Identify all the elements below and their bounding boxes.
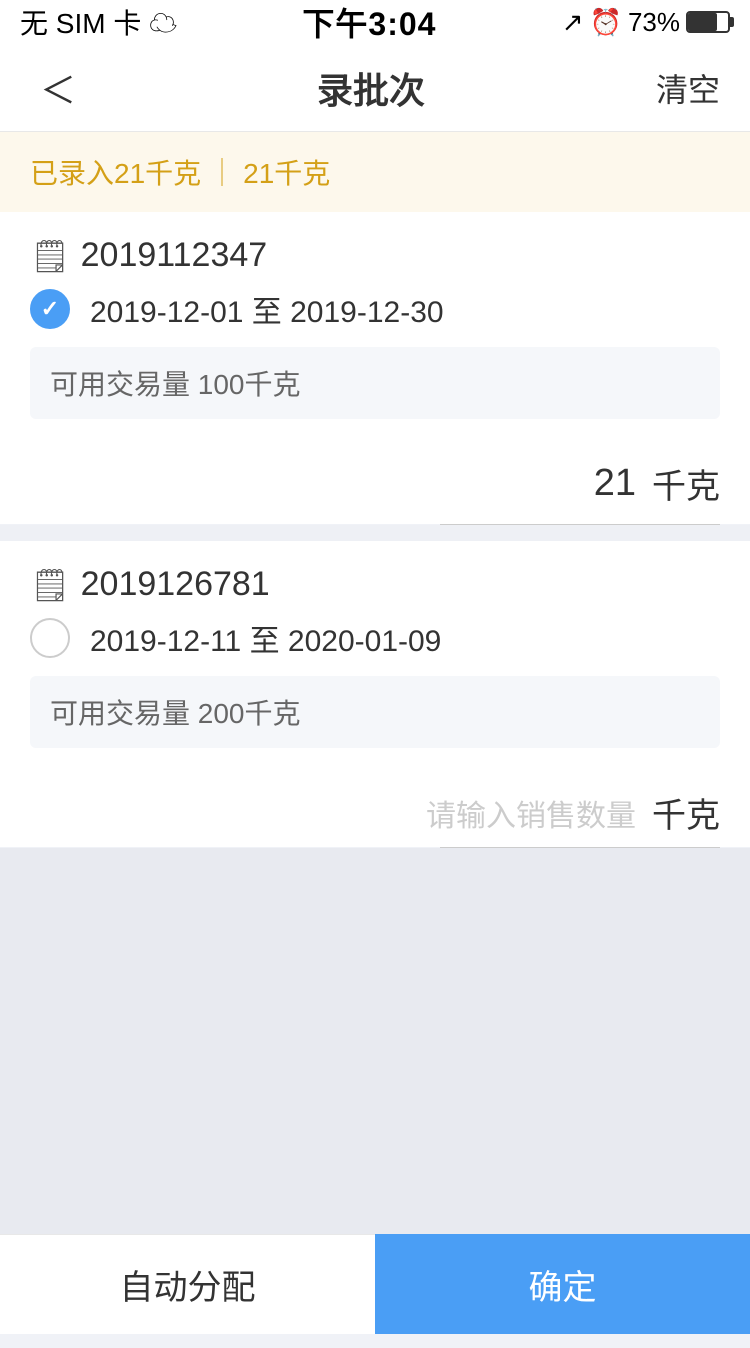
location-icon: ↗ bbox=[562, 7, 584, 38]
batch-header-2: 🗒 2019126781 bbox=[30, 565, 720, 604]
status-left: 无 SIM 卡 ☁ bbox=[20, 2, 177, 42]
auto-distribute-button[interactable]: 自动分配 bbox=[0, 1234, 375, 1334]
back-button[interactable]: ＜ bbox=[30, 52, 86, 124]
batch-header-1: 🗒 2019112347 bbox=[30, 236, 720, 275]
battery-percent: 73% bbox=[628, 7, 680, 38]
bottom-bar: 自动分配 确定 bbox=[0, 1234, 750, 1334]
input-unit-2: 千克 bbox=[652, 788, 720, 837]
summary-amount: 21千克 bbox=[243, 152, 330, 192]
batch-item-2: 🗒 2019126781 2019-12-11 至 2020-01-09 可用交… bbox=[0, 541, 750, 768]
batch-icon-2: 🗒 bbox=[30, 566, 71, 604]
status-right: ↗ ⏰ 73% bbox=[562, 7, 730, 38]
quantity-value-1: 21 bbox=[594, 462, 636, 505]
quantity-unit-1: 千克 bbox=[652, 459, 720, 508]
batch-item-1: 🗒 2019112347 2019-12-01 至 2019-12-30 可用交… bbox=[0, 212, 750, 439]
section-separator bbox=[0, 525, 750, 541]
batch-quota-1: 可用交易量 100千克 bbox=[30, 347, 720, 419]
radio-2[interactable] bbox=[30, 618, 70, 658]
batch-date-2: 2019-12-11 至 2020-01-09 bbox=[90, 616, 441, 660]
alarm-icon: ⏰ bbox=[590, 7, 622, 38]
input-row-2: 请输入销售数量 千克 bbox=[0, 768, 750, 847]
battery-icon bbox=[686, 11, 730, 33]
page-title: 录批次 bbox=[317, 62, 425, 114]
confirm-button[interactable]: 确定 bbox=[375, 1234, 750, 1334]
status-time: 下午3:04 bbox=[302, 0, 436, 45]
batch-date-row-1: 2019-12-01 至 2019-12-30 bbox=[30, 287, 720, 331]
summary-bar: 已录入21千克 21千克 bbox=[0, 132, 750, 212]
summary-divider bbox=[221, 158, 223, 186]
clear-button[interactable]: 清空 bbox=[656, 65, 720, 111]
batch-id-1: 2019112347 bbox=[81, 236, 268, 275]
status-bar: 无 SIM 卡 ☁ 下午3:04 ↗ ⏰ 73% bbox=[0, 0, 750, 44]
batch-date-row-2: 2019-12-11 至 2020-01-09 bbox=[30, 616, 720, 660]
quantity-row-1: 21 千克 bbox=[0, 439, 750, 524]
radio-1[interactable] bbox=[30, 289, 70, 329]
batch-icon-1: 🗒 bbox=[30, 237, 71, 275]
nav-bar: ＜ 录批次 清空 bbox=[0, 44, 750, 132]
sim-status: 无 SIM 卡 ☁ bbox=[20, 2, 177, 42]
gray-area bbox=[0, 848, 750, 1248]
input-placeholder-2: 请输入销售数量 bbox=[426, 791, 636, 835]
batch-date-1: 2019-12-01 至 2019-12-30 bbox=[90, 287, 444, 331]
summary-label: 已录入21千克 bbox=[30, 152, 201, 192]
batch-quota-2: 可用交易量 200千克 bbox=[30, 676, 720, 748]
batch-id-2: 2019126781 bbox=[81, 565, 270, 604]
